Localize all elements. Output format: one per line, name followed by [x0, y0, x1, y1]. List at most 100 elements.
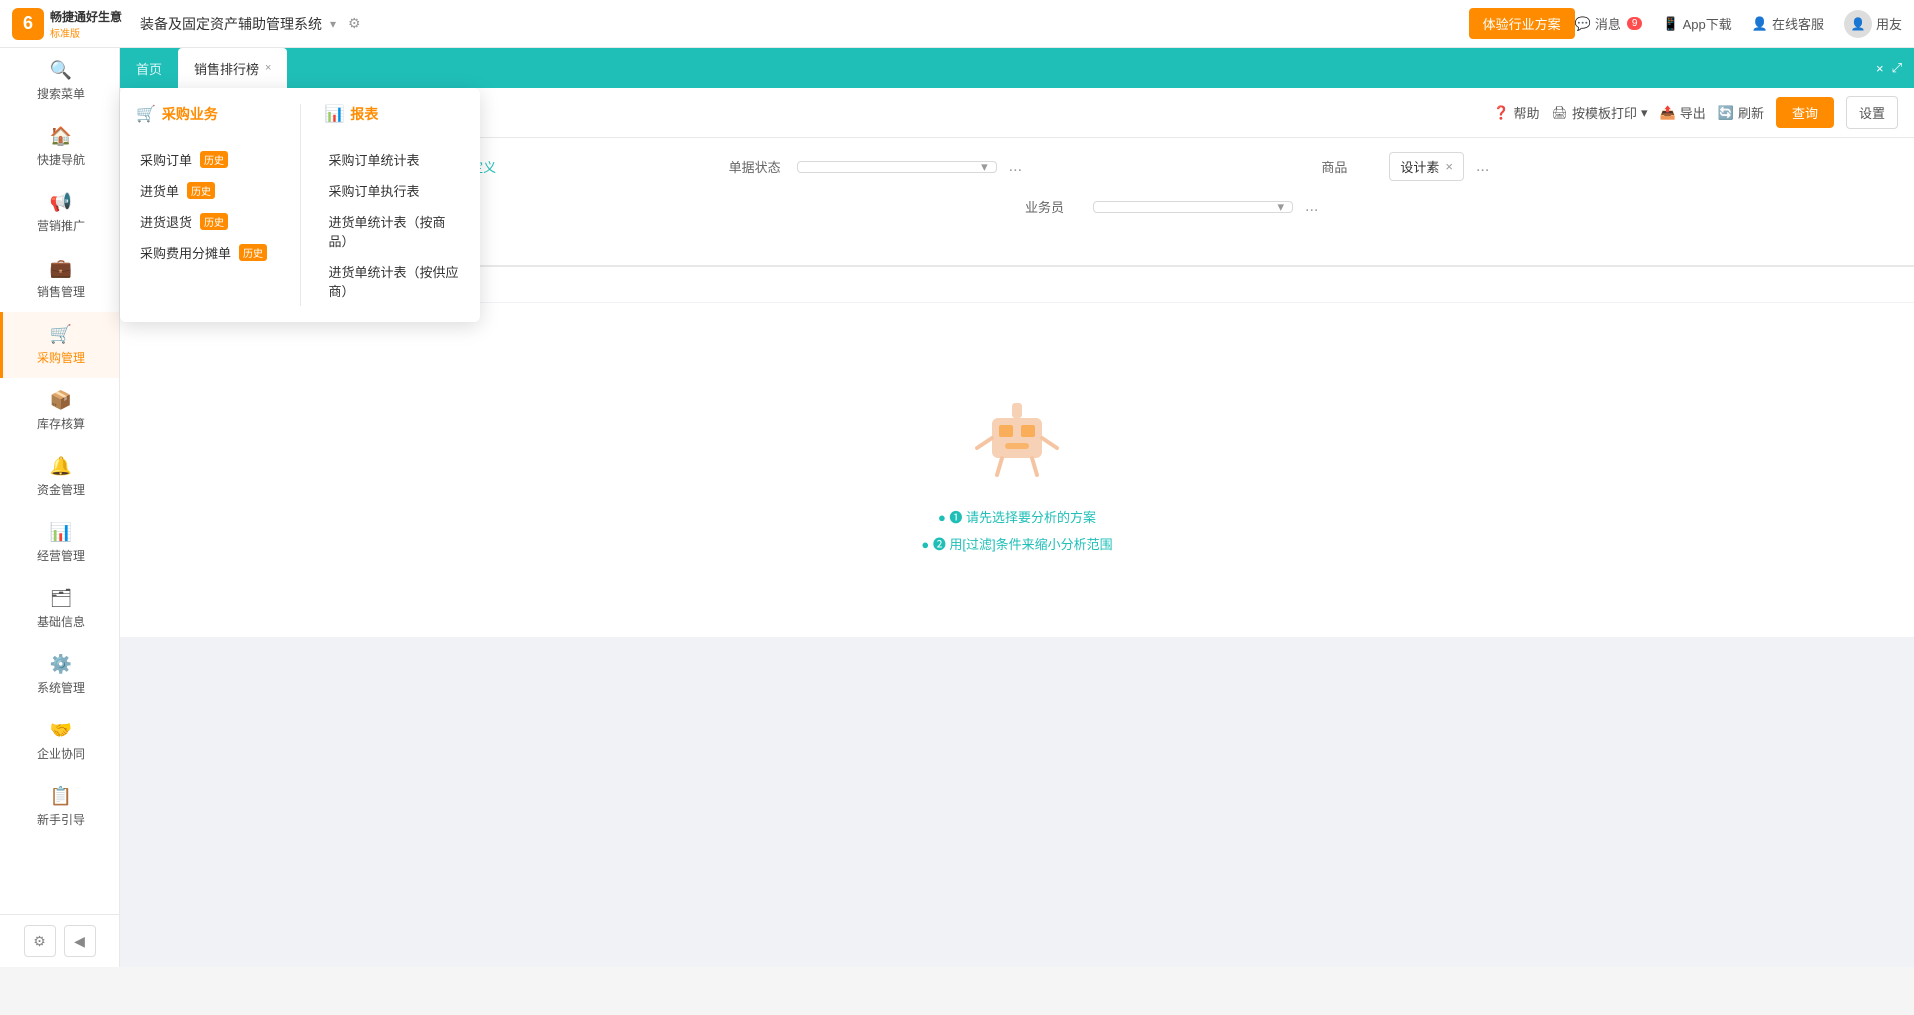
report-menu-item-0[interactable]: 采购订单统计表 [325, 144, 465, 175]
settings-button[interactable]: 设置 [1846, 96, 1898, 129]
sidebar-item-basic[interactable]: 🗂 基础信息 [0, 576, 119, 642]
sidebar-label-inventory: 库存核算 [37, 415, 85, 432]
report-item-label: 进货单统计表（按商品） [329, 212, 461, 250]
sidebar-label-search: 搜索菜单 [37, 85, 85, 102]
message-button[interactable]: 💬 消息 9 [1575, 14, 1643, 33]
tab-close-all-icon[interactable]: × [1876, 61, 1884, 76]
industry-button[interactable]: 体验行业方案 [1469, 8, 1575, 39]
logo-icon: 6 [12, 8, 44, 40]
empty-text-1: ● ❶ 请先选择要分析的方案 [938, 507, 1096, 526]
tab-home-label: 首页 [136, 59, 162, 78]
purchase-business-items: 采购订单历史进货单历史进货退货历史采购费用分摊单历史 [136, 144, 276, 268]
report-menu-item-1[interactable]: 采购订单执行表 [325, 175, 465, 206]
tab-bar-actions: × ⤢ [1876, 60, 1914, 76]
sidebar-icon-inventory: 📦 [50, 390, 72, 411]
sidebar-icon-sales: 💼 [50, 258, 72, 279]
purchase-menu-item-1[interactable]: 进货单历史 [136, 175, 276, 206]
tab-sales-rank-label: 销售排行榜 [194, 59, 259, 78]
report-col-icon: 📊 [325, 104, 345, 124]
tab-home[interactable]: 首页 [120, 48, 178, 88]
sidebar-item-coop[interactable]: 🤝 企业协同 [0, 708, 119, 774]
status-filter-group: 单据状态 ... [729, 157, 1306, 176]
purchase-business-column: 🛒 采购业务 采购订单历史进货单历史进货退货历史采购费用分摊单历史 [136, 104, 276, 306]
help-button[interactable]: ❓ 帮助 [1493, 103, 1539, 122]
logo-text: 畅捷通好生意 标准版 [50, 8, 122, 40]
tab-bar: 首页 销售排行榜 × × ⤢ [120, 48, 1914, 88]
tab-sales-rank[interactable]: 销售排行榜 × [178, 48, 287, 88]
report-menu-item-2[interactable]: 进货单统计表（按商品） [325, 206, 465, 256]
sidebar-icon-coop: 🤝 [50, 720, 72, 741]
refresh-icon: 🔄 [1718, 105, 1734, 121]
tab-sales-rank-close[interactable]: × [265, 62, 271, 74]
purchase-menu-item-0[interactable]: 采购订单历史 [136, 144, 276, 175]
goods-tag[interactable]: 设计素 × [1389, 152, 1464, 181]
purchase-menu-item-3[interactable]: 采购费用分摊单历史 [136, 237, 276, 268]
status-select[interactable] [797, 161, 997, 173]
purchase-dropdown-menu: 🛒 采购业务 采购订单历史进货单历史进货退货历史采购费用分摊单历史 📊 报表 采… [120, 88, 480, 322]
message-badge: 9 [1627, 17, 1643, 30]
query-button[interactable]: 查询 [1776, 97, 1834, 128]
goods-label: 商品 [1321, 157, 1381, 176]
goods-ellipsis[interactable]: ... [1472, 158, 1493, 176]
sales-select[interactable] [1093, 201, 1293, 213]
menu-item-label: 采购费用分摊单 [140, 243, 231, 262]
menu-divider [300, 104, 301, 306]
sidebar-item-finance[interactable]: 🔔 资金管理 [0, 444, 119, 510]
sidebar-icon-marketing: 📢 [50, 192, 72, 213]
report-item-label: 采购订单执行表 [329, 181, 420, 200]
sidebar-item-purchase[interactable]: 🛒 采购管理 [0, 312, 119, 378]
sidebar-bottom: ⚙ ◀ [0, 914, 119, 967]
menu-item-label: 进货退货 [140, 212, 192, 231]
system-title-arrow[interactable]: ▾ [330, 17, 336, 31]
goods-tag-remove[interactable]: × [1445, 159, 1453, 174]
sidebar-item-guide[interactable]: 📋 新手引导 [0, 774, 119, 840]
avatar: 👤 [1844, 10, 1872, 38]
status-ellipsis[interactable]: ... [1005, 158, 1026, 176]
header-right: 💬 消息 9 📱 App下载 👤 在线客服 👤 用友 [1575, 10, 1902, 38]
print-button[interactable]: 🖨 按模板打印 ▾ [1552, 103, 1648, 122]
sidebar-label-basic: 基础信息 [37, 613, 85, 630]
export-button[interactable]: 📤 导出 [1660, 103, 1706, 122]
sidebar-settings-button[interactable]: ⚙ [24, 925, 56, 957]
purchase-business-title: 🛒 采购业务 [136, 104, 276, 132]
sidebar-icon-basic: 🗂 [50, 588, 73, 609]
tab-expand-icon[interactable]: ⤢ [1892, 60, 1902, 76]
menu-item-label: 进货单 [140, 181, 179, 200]
sidebar-label-operation: 经营管理 [37, 547, 85, 564]
empty-illustration [967, 383, 1067, 483]
refresh-button[interactable]: 🔄 刷新 [1718, 103, 1764, 122]
sidebar-item-quick[interactable]: 🏠 快捷导航 [0, 114, 119, 180]
logo-area: 6 畅捷通好生意 标准版 [12, 8, 132, 40]
sidebar-item-marketing[interactable]: 📢 营销推广 [0, 180, 119, 246]
sidebar-label-sales: 销售管理 [37, 283, 85, 300]
sidebar-item-search[interactable]: 🔍 搜索菜单 [0, 48, 119, 114]
sidebar-icon-guide: 📋 [50, 786, 72, 807]
empty-line2: ❷ 用[过滤]条件来缩小分析范围 [933, 537, 1113, 552]
sidebar-icon-search: 🔍 [50, 60, 72, 81]
history-badge: 历史 [200, 151, 228, 168]
sidebar-item-inventory[interactable]: 📦 库存核算 [0, 378, 119, 444]
app-download-button[interactable]: 📱 App下载 [1662, 14, 1731, 33]
help-icon: ❓ [1493, 105, 1509, 121]
sidebar-label-coop: 企业协同 [37, 745, 85, 762]
sales-ellipsis[interactable]: ... [1301, 198, 1322, 216]
settings-gear-icon[interactable]: ⚙ [348, 15, 361, 32]
service-icon: 👤 [1752, 16, 1768, 32]
empty-circle-2: ● [921, 537, 929, 552]
sidebar-label-finance: 资金管理 [37, 481, 85, 498]
sidebar-label-marketing: 营销推广 [37, 217, 85, 234]
system-title-text: 装备及固定资产辅助管理系统 [140, 14, 322, 34]
top-header: 6 畅捷通好生意 标准版 装备及固定资产辅助管理系统 ▾ ⚙ 体验行业方案 💬 … [0, 0, 1914, 48]
purchase-menu-item-2[interactable]: 进货退货历史 [136, 206, 276, 237]
report-menu-item-3[interactable]: 进货单统计表（按供应商） [325, 256, 465, 306]
online-service-button[interactable]: 👤 在线客服 [1752, 14, 1824, 33]
export-icon: 📤 [1660, 105, 1676, 121]
report-item-label: 进货单统计表（按供应商） [329, 262, 461, 300]
sidebar-item-system[interactable]: ⚙️ 系统管理 [0, 642, 119, 708]
user-button[interactable]: 👤 用友 [1844, 10, 1902, 38]
sidebar-collapse-button[interactable]: ◀ [64, 925, 96, 957]
sidebar-label-system: 系统管理 [37, 679, 85, 696]
goods-tag-value: 设计素 [1400, 157, 1439, 176]
sidebar-item-operation[interactable]: 📊 经营管理 [0, 510, 119, 576]
sidebar-item-sales[interactable]: 💼 销售管理 [0, 246, 119, 312]
